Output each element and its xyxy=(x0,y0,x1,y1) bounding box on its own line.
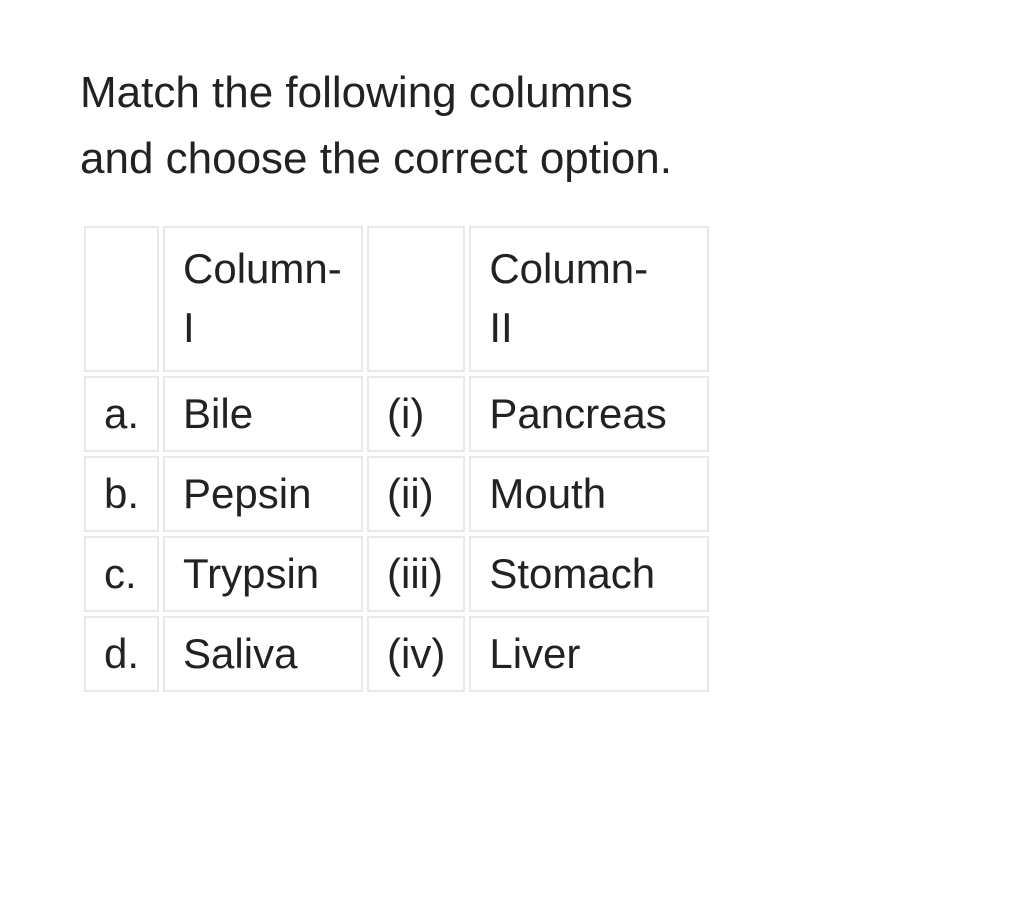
column-i-text-a: Column- xyxy=(183,245,342,292)
row-label: d. xyxy=(84,616,159,692)
row-num: (iv) xyxy=(367,616,465,692)
row-right: Liver xyxy=(469,616,709,692)
table-row: c. Trypsin (iii) Stomach xyxy=(84,536,709,612)
row-right: Mouth xyxy=(469,456,709,532)
table-header-row: Column- I Column- II xyxy=(84,226,709,372)
table-row: d. Saliva (iv) Liver xyxy=(84,616,709,692)
header-blank-right xyxy=(367,226,465,372)
row-label: c. xyxy=(84,536,159,612)
column-ii-text-a: Column- xyxy=(489,245,648,292)
column-i-text-b: I xyxy=(183,304,195,351)
row-left: Bile xyxy=(163,376,363,452)
header-blank-left xyxy=(84,226,159,372)
row-num: (iii) xyxy=(367,536,465,612)
row-left: Pepsin xyxy=(163,456,363,532)
match-table: Column- I Column- II a. Bile (i) Pancrea… xyxy=(80,222,713,696)
question-prompt: Match the following columns and choose t… xyxy=(80,60,944,192)
row-left: Trypsin xyxy=(163,536,363,612)
row-label: b. xyxy=(84,456,159,532)
column-i-header: Column- I xyxy=(163,226,363,372)
row-num: (i) xyxy=(367,376,465,452)
question-line2: and choose the correct option. xyxy=(80,134,672,183)
row-right: Pancreas xyxy=(469,376,709,452)
row-right: Stomach xyxy=(469,536,709,612)
question-line1: Match the following columns xyxy=(80,68,633,117)
table-row: b. Pepsin (ii) Mouth xyxy=(84,456,709,532)
table-row: a. Bile (i) Pancreas xyxy=(84,376,709,452)
column-ii-header: Column- II xyxy=(469,226,709,372)
row-num: (ii) xyxy=(367,456,465,532)
row-left: Saliva xyxy=(163,616,363,692)
column-ii-text-b: II xyxy=(489,304,512,351)
row-label: a. xyxy=(84,376,159,452)
